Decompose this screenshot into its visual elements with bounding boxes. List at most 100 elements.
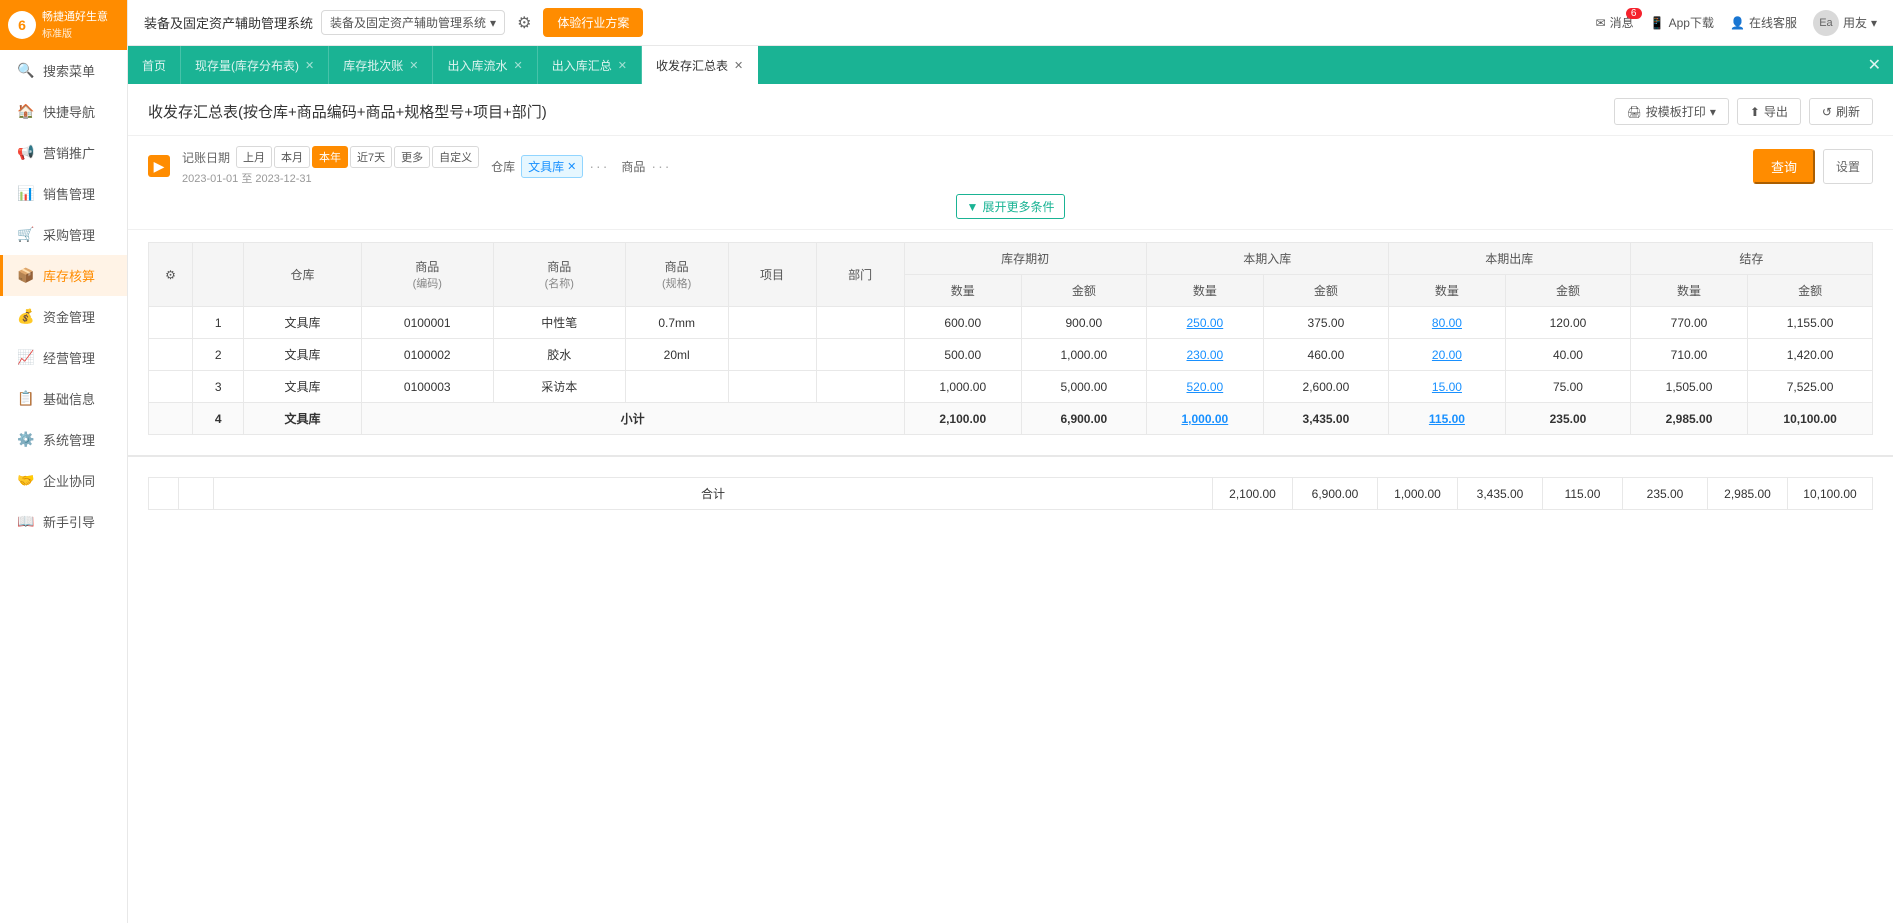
row-settings <box>149 307 193 339</box>
tab-close-icon[interactable]: ✕ <box>513 59 522 72</box>
filter-toggle-btn[interactable]: ▶ <box>148 155 170 177</box>
warehouse-label: 仓库 <box>491 158 515 175</box>
row-warehouse: 文具库 <box>244 371 361 403</box>
table-row: 1 文具库 0100001 中性笔 0.7mm 600.00 900.00 25… <box>149 307 1873 339</box>
expand-conditions-btn[interactable]: ▼ 展开更多条件 <box>956 194 1066 219</box>
tab-close-icon[interactable]: ✕ <box>734 59 743 72</box>
sidebar-item-operations[interactable]: 📈 经营管理 <box>0 337 127 378</box>
row-dept <box>816 307 904 339</box>
messages-btn[interactable]: ✉ 消息 6 <box>1596 14 1634 31</box>
query-button[interactable]: 查询 <box>1753 149 1815 184</box>
warehouse-more-dots[interactable]: ··· <box>589 158 609 174</box>
table-row: 2 文具库 0100002 胶水 20ml 500.00 1,000.00 23… <box>149 339 1873 371</box>
warehouse-tag-close[interactable]: ✕ <box>567 160 576 173</box>
total-opening-amt: 6,900.00 <box>1293 478 1378 510</box>
settings-button[interactable]: 设置 <box>1823 149 1873 184</box>
subtotal-warehouse: 文具库 <box>244 403 361 435</box>
message-icon: ✉ <box>1596 16 1606 30</box>
user-menu[interactable]: Ea 用友 ▾ <box>1813 10 1877 36</box>
subtotal-no: 4 <box>193 403 244 435</box>
settings-icon[interactable]: ⚙ <box>513 9 535 37</box>
row-opening-amt: 5,000.00 <box>1021 371 1146 403</box>
goods-label: 商品 <box>621 158 645 175</box>
tab-flow[interactable]: 出入库流水 ✕ <box>433 46 537 84</box>
date-this-year[interactable]: 本年 <box>312 146 348 168</box>
total-row: 合计 2,100.00 6,900.00 1,000.00 3,435.00 1… <box>149 478 1873 510</box>
tab-batch-ledger[interactable]: 库存批次账 ✕ <box>329 46 433 84</box>
row-settings <box>149 371 193 403</box>
col-balance-amt-header: 金额 <box>1748 275 1873 307</box>
row-out-qty[interactable]: 20.00 <box>1388 339 1505 371</box>
total-label: 合计 <box>214 478 1213 510</box>
online-service-btn[interactable]: 👤 在线客服 <box>1730 14 1797 31</box>
sidebar-item-guide[interactable]: 📖 新手引导 <box>0 501 127 542</box>
page-title: 收发存汇总表(按仓库+商品编码+商品+规格型号+项目+部门) <box>148 101 547 122</box>
subtotal-opening-amt: 6,900.00 <box>1021 403 1146 435</box>
sidebar-item-label: 销售管理 <box>43 184 95 203</box>
row-balance-qty: 1,505.00 <box>1630 371 1747 403</box>
row-in-qty[interactable]: 230.00 <box>1146 339 1263 371</box>
tab-close-icon[interactable]: ✕ <box>409 59 418 72</box>
sidebar-item-purchase[interactable]: 🛒 采购管理 <box>0 214 127 255</box>
sidebar-item-quick-nav[interactable]: 🏠 快捷导航 <box>0 91 127 132</box>
col-settings-header[interactable]: ⚙ <box>149 243 193 307</box>
row-code: 0100003 <box>361 371 493 403</box>
row-in-qty[interactable]: 250.00 <box>1146 307 1263 339</box>
tab-close-icon[interactable]: ✕ <box>618 59 627 72</box>
row-code: 0100002 <box>361 339 493 371</box>
sidebar-item-finance[interactable]: 💰 资金管理 <box>0 296 127 337</box>
sidebar-item-inventory[interactable]: 📦 库存核算 <box>0 255 127 296</box>
sidebar-item-sales[interactable]: 📊 销售管理 <box>0 173 127 214</box>
row-name: 胶水 <box>493 339 625 371</box>
export-btn[interactable]: ⬆ 导出 <box>1737 98 1801 125</box>
close-all-tabs[interactable]: ✕ <box>1856 55 1893 75</box>
tab-label: 收发存汇总表 <box>656 57 728 74</box>
row-out-amt: 40.00 <box>1506 339 1631 371</box>
date-this-month[interactable]: 本月 <box>274 146 310 168</box>
sidebar-item-search[interactable]: 🔍 搜索菜单 <box>0 50 127 91</box>
sidebar-item-basic-info[interactable]: 📋 基础信息 <box>0 378 127 419</box>
col-out-amt-header: 金额 <box>1506 275 1631 307</box>
tab-inventory-dist[interactable]: 现存量(库存分布表) ✕ <box>181 46 329 84</box>
tabs-bar: 首页 现存量(库存分布表) ✕ 库存批次账 ✕ 出入库流水 ✕ 出入库汇总 ✕ … <box>128 46 1893 84</box>
row-in-qty[interactable]: 520.00 <box>1146 371 1263 403</box>
chevron-down-icon: ▾ <box>1710 105 1716 119</box>
basic-info-icon: 📋 <box>17 390 35 407</box>
trial-button[interactable]: 体验行业方案 <box>543 8 643 37</box>
print-btn[interactable]: 🖨 按模板打印 ▾ <box>1614 98 1729 125</box>
sidebar-item-marketing[interactable]: 📢 营销推广 <box>0 132 127 173</box>
date-more[interactable]: 更多 <box>394 146 430 168</box>
total-balance-qty: 2,985.00 <box>1708 478 1788 510</box>
sidebar-item-system[interactable]: ⚙️ 系统管理 <box>0 419 127 460</box>
topbar: 装备及固定资产辅助管理系统 装备及固定资产辅助管理系统 ▾ ⚙ 体验行业方案 ✉… <box>128 0 1893 46</box>
tab-label: 出入库流水 <box>447 57 507 74</box>
subtotal-in-qty[interactable]: 1,000.00 <box>1146 403 1263 435</box>
app-download-btn[interactable]: 📱 App下载 <box>1650 14 1714 31</box>
total-footer: 合计 2,100.00 6,900.00 1,000.00 3,435.00 1… <box>128 455 1893 518</box>
system-icon: ⚙️ <box>17 431 35 448</box>
total-in-amt: 3,435.00 <box>1458 478 1543 510</box>
row-balance-amt: 1,155.00 <box>1748 307 1873 339</box>
col-code-header: 商品(编码) <box>361 243 493 307</box>
filter-bar: ▶ 记账日期 上月 本月 本年 近7天 更多 自定义 <box>128 136 1893 230</box>
date-custom[interactable]: 自定义 <box>432 146 479 168</box>
tab-home[interactable]: 首页 <box>128 46 181 84</box>
subtotal-out-qty[interactable]: 115.00 <box>1388 403 1505 435</box>
col-opening-qty-header: 数量 <box>904 275 1021 307</box>
col-spec-header: 商品(规格) <box>625 243 728 307</box>
tab-collect-summary[interactable]: 收发存汇总表 ✕ <box>642 46 758 84</box>
refresh-btn[interactable]: ↺ 刷新 <box>1809 98 1873 125</box>
col-period-out-header: 本期出库 <box>1388 243 1630 275</box>
tab-summary[interactable]: 出入库汇总 ✕ <box>538 46 642 84</box>
system-dropdown[interactable]: 装备及固定资产辅助管理系统 ▾ <box>321 10 505 35</box>
refresh-icon: ↺ <box>1822 105 1832 119</box>
tab-close-icon[interactable]: ✕ <box>305 59 314 72</box>
sidebar-item-cooperation[interactable]: 🤝 企业协同 <box>0 460 127 501</box>
date-range: 2023-01-01 至 2023-12-31 <box>182 170 479 186</box>
date-7days[interactable]: 近7天 <box>350 146 392 168</box>
row-out-qty[interactable]: 15.00 <box>1388 371 1505 403</box>
row-out-qty[interactable]: 80.00 <box>1388 307 1505 339</box>
expand-label: 展开更多条件 <box>982 198 1054 215</box>
date-last-month[interactable]: 上月 <box>236 146 272 168</box>
goods-more-dots[interactable]: ··· <box>651 158 671 174</box>
